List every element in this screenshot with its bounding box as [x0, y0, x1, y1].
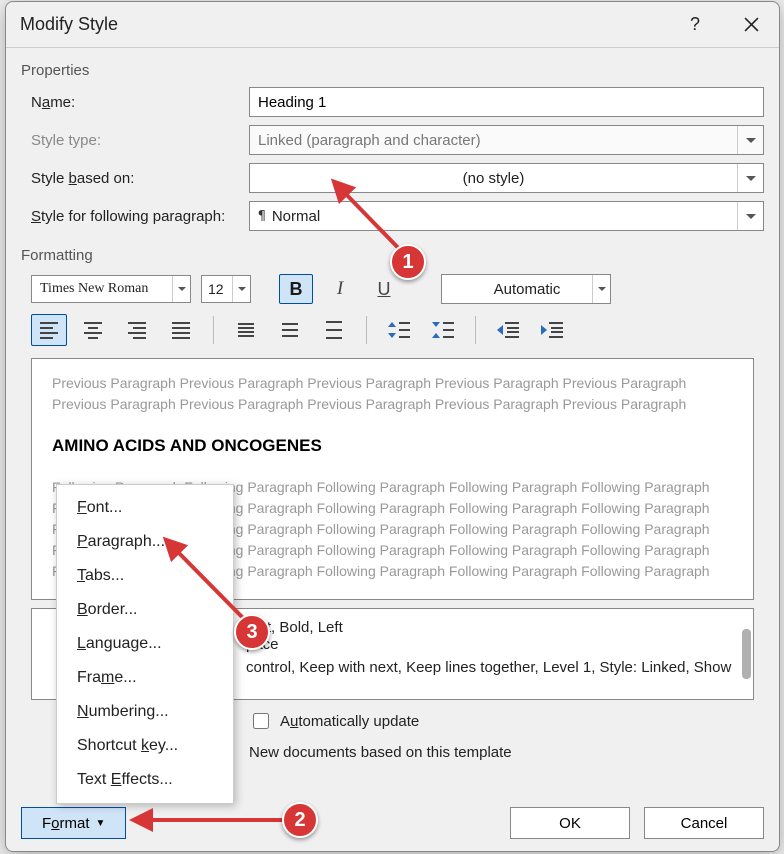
- menu-numbering[interactable]: Numbering...: [57, 695, 233, 729]
- menu-paragraph[interactable]: Paragraph...: [57, 525, 233, 559]
- ok-button[interactable]: OK: [510, 807, 630, 839]
- align-right-icon: [128, 322, 146, 339]
- line-spacing-icon: [326, 321, 342, 339]
- chevron-down-icon: [232, 276, 250, 302]
- titlebar: Modify Style ?: [6, 2, 779, 48]
- menu-text-effects[interactable]: Text Effects...: [57, 763, 233, 797]
- bold-button[interactable]: B: [279, 274, 313, 304]
- name-input[interactable]: [249, 87, 764, 117]
- name-label: Name:: [21, 94, 249, 111]
- paragraph-space-icon: [432, 320, 454, 340]
- annotation-1: 1: [390, 244, 426, 280]
- spacing-2-button[interactable]: [316, 314, 352, 346]
- modify-style-dialog: Modify Style ? Properties Name: Style ty…: [5, 1, 780, 852]
- align-center-icon: [84, 322, 102, 339]
- font-color-select[interactable]: Automatic: [441, 274, 611, 304]
- close-icon: [744, 17, 759, 32]
- cancel-button[interactable]: Cancel: [644, 807, 764, 839]
- spacing-15-button[interactable]: [272, 314, 308, 346]
- properties-label: Properties: [21, 62, 764, 79]
- auto-update-checkbox[interactable]: [253, 713, 269, 729]
- chevron-down-icon: [737, 202, 763, 230]
- menu-tabs[interactable]: Tabs...: [57, 559, 233, 593]
- align-justify-button[interactable]: [163, 314, 199, 346]
- indent-increase-button[interactable]: [534, 314, 570, 346]
- font-size-select[interactable]: 12: [201, 275, 251, 303]
- close-button[interactable]: [737, 11, 765, 39]
- annotation-3: 3: [234, 614, 270, 650]
- preview-heading: AMINO ACIDS AND ONCOGENES: [52, 433, 733, 459]
- line-spacing-icon: [238, 323, 254, 337]
- indent-increase-icon: [541, 321, 563, 339]
- menu-font[interactable]: Font...: [57, 491, 233, 525]
- menu-border[interactable]: Border...: [57, 593, 233, 627]
- scrollbar-thumb[interactable]: [742, 629, 751, 679]
- paragraph-space-icon: [388, 320, 410, 340]
- based-on-select[interactable]: (no style): [249, 163, 764, 193]
- menu-language[interactable]: Language...: [57, 627, 233, 661]
- underline-button[interactable]: U: [367, 274, 401, 304]
- italic-button[interactable]: I: [323, 274, 357, 304]
- align-center-button[interactable]: [75, 314, 111, 346]
- following-label: Style for following paragraph:: [21, 208, 249, 225]
- auto-update-label: Automatically update: [280, 713, 419, 730]
- indent-decrease-button[interactable]: [490, 314, 526, 346]
- indent-decrease-icon: [497, 321, 519, 339]
- chevron-down-icon: [737, 126, 763, 154]
- line-spacing-icon: [282, 323, 298, 337]
- chevron-down-icon: ▼: [96, 818, 106, 829]
- annotation-2: 2: [282, 802, 318, 838]
- chevron-down-icon: [172, 276, 190, 302]
- spacing-1-button[interactable]: [228, 314, 264, 346]
- menu-shortcut[interactable]: Shortcut key...: [57, 729, 233, 763]
- align-right-button[interactable]: [119, 314, 155, 346]
- format-menu: Font... Paragraph... Tabs... Border... L…: [56, 484, 234, 804]
- following-select[interactable]: ¶Normal: [249, 201, 764, 231]
- chevron-down-icon: [737, 164, 763, 192]
- font-family-select[interactable]: Times New Roman: [31, 275, 191, 303]
- align-left-button[interactable]: [31, 314, 67, 346]
- style-type-select[interactable]: Linked (paragraph and character): [249, 125, 764, 155]
- style-type-label: Style type:: [21, 132, 249, 149]
- template-scope-label: New documents based on this template: [249, 744, 512, 761]
- align-justify-icon: [172, 322, 190, 339]
- menu-frame[interactable]: Frame...: [57, 661, 233, 695]
- help-button[interactable]: ?: [681, 11, 709, 39]
- based-on-label: Style based on:: [21, 170, 249, 187]
- chevron-down-icon: [592, 275, 610, 303]
- pilcrow-icon: ¶: [258, 209, 266, 224]
- dialog-title: Modify Style: [20, 14, 118, 35]
- format-button[interactable]: Format ▼: [21, 807, 126, 839]
- space-before-dec-button[interactable]: [425, 314, 461, 346]
- space-before-inc-button[interactable]: [381, 314, 417, 346]
- align-left-icon: [40, 322, 58, 339]
